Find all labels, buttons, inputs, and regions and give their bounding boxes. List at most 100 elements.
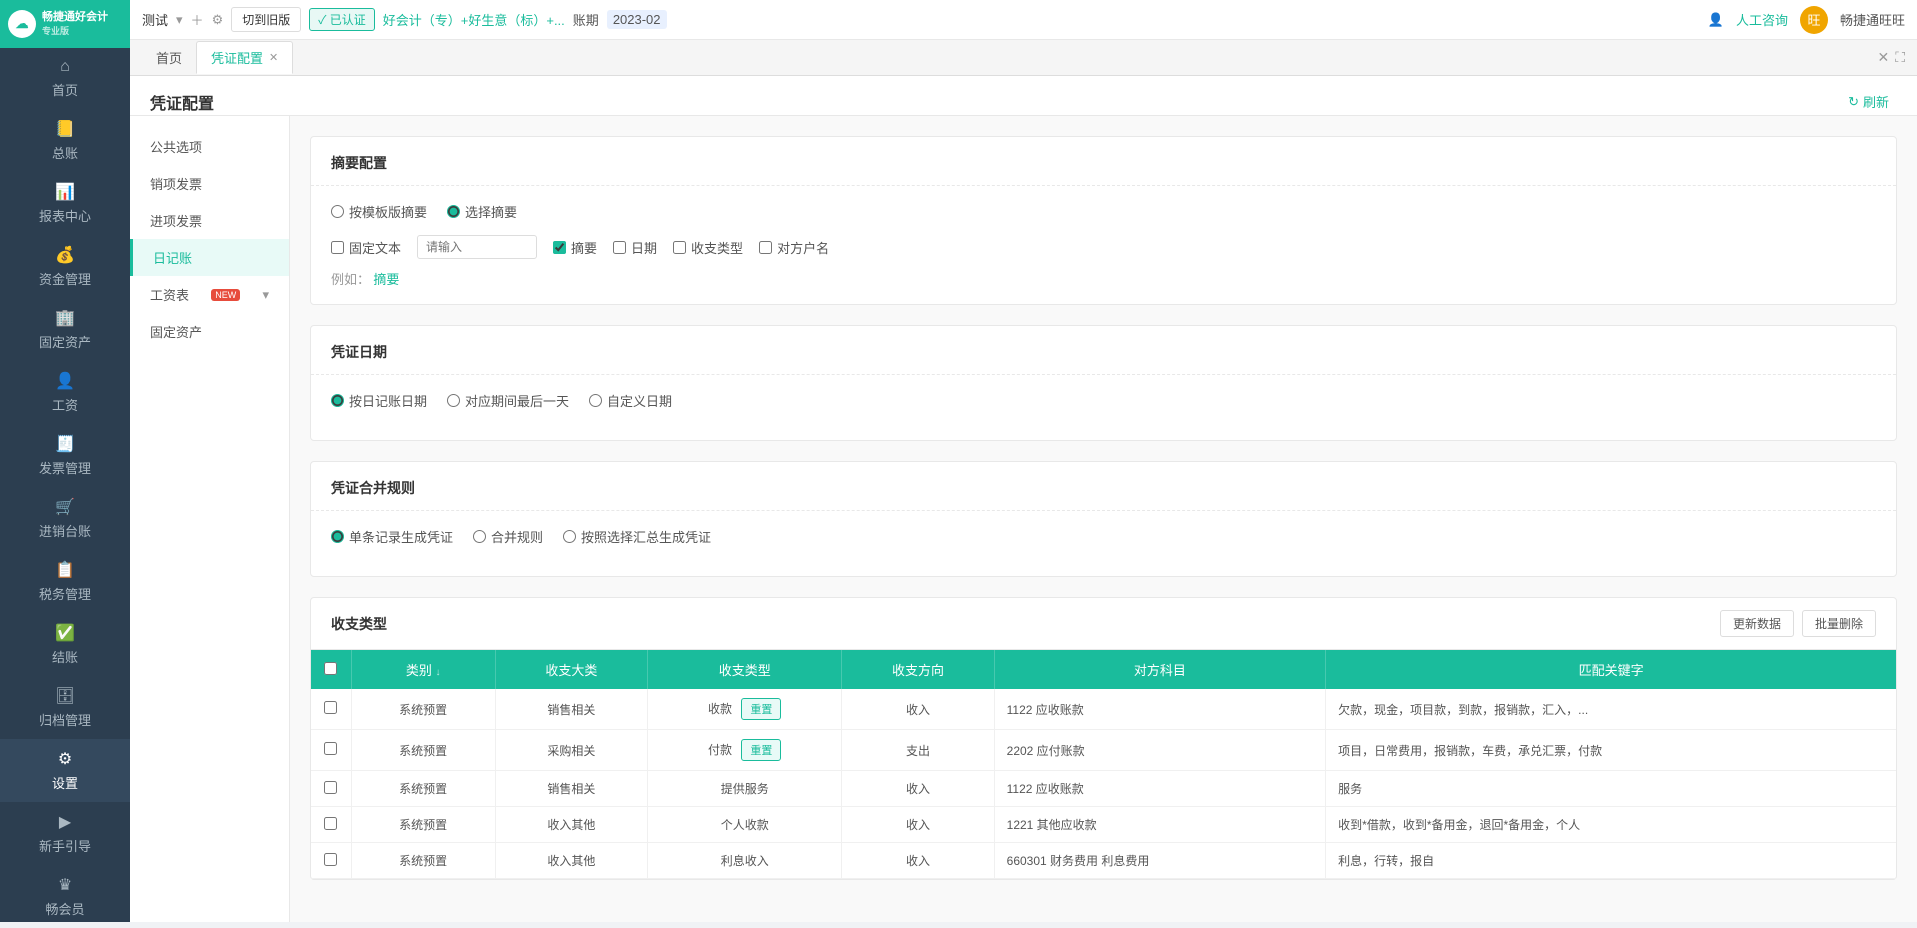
th-direction-label: 收支方向 xyxy=(892,663,944,678)
sidebar-item-invoice[interactable]: 🧾 发票管理 xyxy=(0,424,130,487)
sidebar-item-guide[interactable]: ▶ 新手引导 xyxy=(0,802,130,865)
radio-single[interactable]: 单条记录生成凭证 xyxy=(331,527,453,546)
update-data-button[interactable]: 更新数据 xyxy=(1720,610,1794,637)
radio-template[interactable]: 按模板版摘要 xyxy=(331,202,427,221)
nav-item-payroll[interactable]: 工资表 NEW ▾ xyxy=(130,276,289,313)
row-account: 660301 财务费用 利息费用 xyxy=(994,843,1326,879)
nav-item-fixed-assets[interactable]: 固定资产 xyxy=(130,313,289,350)
checkbox-summary[interactable]: 摘要 xyxy=(553,238,597,257)
sidebar-item-home[interactable]: ⌂ 首页 xyxy=(0,48,130,109)
summary-section-body: 按模板版摘要 选择摘要 固定文本 xyxy=(311,186,1896,304)
tab-voucher-config[interactable]: 凭证配置 ✕ xyxy=(196,41,293,74)
radio-select-input[interactable] xyxy=(447,205,460,218)
row-checkbox-cell xyxy=(311,807,351,843)
nav-item-sales-invoice[interactable]: 销项发票 xyxy=(130,165,289,202)
checkbox-counterpart[interactable]: 对方户名 xyxy=(759,238,829,257)
sidebar-item-purchase[interactable]: 🛒 进销台账 xyxy=(0,487,130,550)
radio-merge[interactable]: 合并规则 xyxy=(473,527,543,546)
radio-journal-date[interactable]: 按日记账日期 xyxy=(331,391,427,410)
sidebar-item-archive[interactable]: 🗄 归档管理 xyxy=(0,676,130,739)
row-category: 系统预置 xyxy=(351,843,495,879)
th-account-label: 对方科目 xyxy=(1134,663,1186,678)
expand-arrow[interactable]: ▾ xyxy=(176,12,183,28)
radio-journal-date-input[interactable] xyxy=(331,394,344,407)
sidebar-item-guide-label: 新手引导 xyxy=(39,836,91,855)
tab-close-icon[interactable]: ✕ xyxy=(269,51,278,64)
content-area: 凭证配置 ↻ 刷新 公共选项 销项发票 进项发票 日记账 xyxy=(130,76,1917,922)
add-icon[interactable]: ＋ xyxy=(191,10,204,29)
checkbox-fixed-text[interactable]: 固定文本 xyxy=(331,238,401,257)
sidebar-item-tax-label: 税务管理 xyxy=(39,584,91,603)
row-account: 1122 应收账款 xyxy=(994,689,1326,730)
guide-icon: ▶ xyxy=(59,812,71,832)
row-direction: 收入 xyxy=(842,689,994,730)
summary-section-title: 摘要配置 xyxy=(311,137,1896,186)
sidebar-item-settlement-label: 结账 xyxy=(52,647,78,666)
radio-single-input[interactable] xyxy=(331,530,344,543)
sidebar-item-settings[interactable]: ⚙ 设置 xyxy=(0,739,130,802)
row-direction: 支出 xyxy=(842,730,994,771)
nav-item-purchase-invoice[interactable]: 进项发票 xyxy=(130,202,289,239)
row-direction: 收入 xyxy=(842,807,994,843)
help-label[interactable]: 人工咨询 xyxy=(1736,10,1788,29)
row-checkbox[interactable] xyxy=(324,817,337,830)
sidebar-item-fund[interactable]: 💰 资金管理 xyxy=(0,235,130,298)
refresh-button[interactable]: ↻ 刷新 xyxy=(1840,88,1897,115)
nav-item-journal[interactable]: 日记账 xyxy=(130,239,289,276)
sidebar-item-member[interactable]: ♛ 畅会员 xyxy=(0,865,130,928)
checkbox-date[interactable]: 日期 xyxy=(613,238,657,257)
row-checkbox[interactable] xyxy=(324,781,337,794)
reset-button[interactable]: 重置 xyxy=(741,739,781,761)
th-type-label: 收支类型 xyxy=(719,663,771,678)
voucher-date-title: 凭证日期 xyxy=(311,326,1896,375)
radio-select[interactable]: 选择摘要 xyxy=(447,202,517,221)
period-label: 账期 xyxy=(573,10,599,29)
sidebar-item-assets[interactable]: 🏢 固定资产 xyxy=(0,298,130,361)
date-checkbox-label: 日期 xyxy=(631,238,657,257)
batch-delete-button[interactable]: 批量删除 xyxy=(1802,610,1876,637)
sidebar-item-tax[interactable]: 📋 税务管理 xyxy=(0,550,130,613)
sidebar-item-salary[interactable]: 👤 工资 xyxy=(0,361,130,424)
maximize-button[interactable]: ⛶ xyxy=(1895,49,1905,66)
switch-version-button[interactable]: 切到旧版 xyxy=(231,7,301,32)
sidebar-item-assets-label: 固定资产 xyxy=(39,332,91,351)
income-type-checkbox[interactable] xyxy=(673,241,686,254)
checkbox-income-type[interactable]: 收支类型 xyxy=(673,238,743,257)
row-checkbox[interactable] xyxy=(324,853,337,866)
sidebar-item-home-label: 首页 xyxy=(52,80,78,99)
date-checkbox[interactable] xyxy=(613,241,626,254)
radio-custom-date[interactable]: 自定义日期 xyxy=(589,391,672,410)
sidebar-item-settlement[interactable]: ✅ 结账 xyxy=(0,613,130,676)
reset-button[interactable]: 重置 xyxy=(741,698,781,720)
radio-summary-input[interactable] xyxy=(563,530,576,543)
fixed-text-input[interactable] xyxy=(417,235,537,259)
counterpart-checkbox[interactable] xyxy=(759,241,772,254)
fixed-text-checkbox[interactable] xyxy=(331,241,344,254)
th-keywords-label: 匹配关键字 xyxy=(1579,663,1644,678)
summary-checkbox[interactable] xyxy=(553,241,566,254)
radio-template-input[interactable] xyxy=(331,205,344,218)
minimize-button[interactable]: ✕ xyxy=(1877,49,1889,66)
radio-last-day-input[interactable] xyxy=(447,394,460,407)
row-checkbox-cell xyxy=(311,730,351,771)
row-checkbox[interactable] xyxy=(324,701,337,714)
fund-icon: 💰 xyxy=(55,245,75,265)
user-name: 畅捷通旺旺 xyxy=(1840,10,1905,29)
tab-home[interactable]: 首页 xyxy=(142,42,196,73)
row-checkbox[interactable] xyxy=(324,742,337,755)
sidebar-item-invoice-label: 发票管理 xyxy=(39,458,91,477)
sidebar-item-ledger[interactable]: 📒 总账 xyxy=(0,109,130,172)
avatar[interactable]: 旺 xyxy=(1800,6,1828,34)
radio-custom-date-input[interactable] xyxy=(589,394,602,407)
nav-item-public[interactable]: 公共选项 xyxy=(130,128,289,165)
radio-merge-label: 合并规则 xyxy=(491,527,543,546)
radio-last-day[interactable]: 对应期间最后一天 xyxy=(447,391,569,410)
gear-icon[interactable]: ⚙ xyxy=(212,12,224,28)
radio-summary[interactable]: 按照选择汇总生成凭证 xyxy=(563,527,711,546)
select-all-checkbox[interactable] xyxy=(324,662,337,675)
counterpart-label: 对方户名 xyxy=(777,238,829,257)
merge-rule-title: 凭证合并规则 xyxy=(311,462,1896,511)
radio-merge-input[interactable] xyxy=(473,530,486,543)
sidebar-item-report[interactable]: 📊 报表中心 xyxy=(0,172,130,235)
voucher-date-body: 按日记账日期 对应期间最后一天 自定义日期 xyxy=(311,375,1896,440)
